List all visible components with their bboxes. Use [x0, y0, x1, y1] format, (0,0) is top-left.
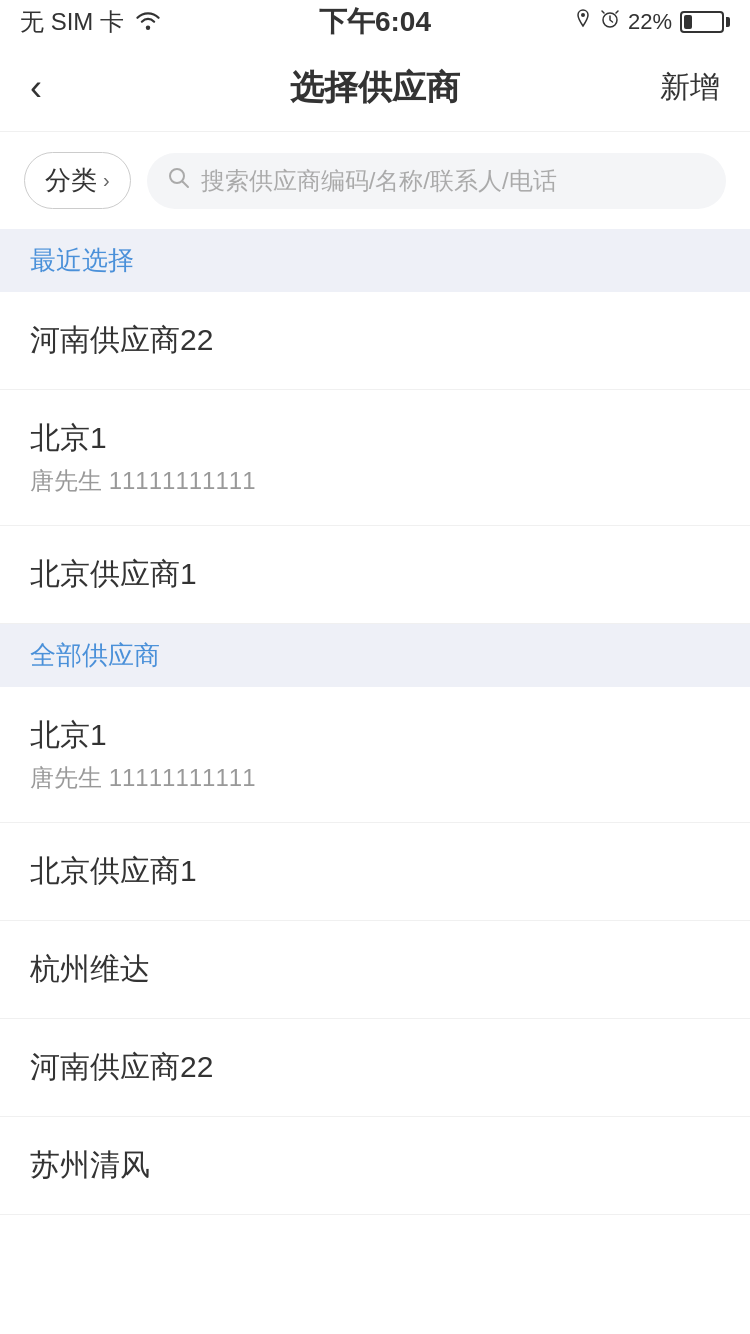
- chevron-right-icon: ›: [103, 169, 110, 192]
- add-button[interactable]: 新增: [660, 67, 720, 108]
- list-item[interactable]: 河南供应商22: [0, 292, 750, 390]
- search-icon: [167, 166, 191, 196]
- status-left: 无 SIM 卡: [20, 6, 162, 38]
- list-item[interactable]: 北京1 唐先生 11111111111: [0, 687, 750, 823]
- item-name: 河南供应商22: [30, 1047, 720, 1088]
- filter-bar: 分类 › 搜索供应商编码/名称/联系人/电话: [0, 132, 750, 229]
- page-title: 选择供应商: [290, 65, 460, 111]
- item-name: 杭州维达: [30, 949, 720, 990]
- alarm-icon: [600, 9, 620, 35]
- item-name: 北京供应商1: [30, 851, 720, 892]
- list-item[interactable]: 苏州清风: [0, 1117, 750, 1215]
- wifi-icon: [134, 8, 162, 36]
- battery-label: 22%: [628, 9, 672, 35]
- svg-point-0: [581, 13, 585, 17]
- search-bar[interactable]: 搜索供应商编码/名称/联系人/电话: [147, 153, 726, 209]
- nav-bar: ‹ 选择供应商 新增: [0, 44, 750, 132]
- category-label: 分类: [45, 163, 97, 198]
- list-item[interactable]: 杭州维达: [0, 921, 750, 1019]
- sim-label: 无 SIM 卡: [20, 6, 124, 38]
- search-placeholder: 搜索供应商编码/名称/联系人/电话: [201, 165, 557, 197]
- item-name: 北京1: [30, 418, 720, 459]
- list-item[interactable]: 河南供应商22: [0, 1019, 750, 1117]
- location-icon: [574, 9, 592, 35]
- item-name: 北京供应商1: [30, 554, 720, 595]
- item-name: 北京1: [30, 715, 720, 756]
- status-bar: 无 SIM 卡 下午6:04 22%: [0, 0, 750, 44]
- item-name: 苏州清风: [30, 1145, 720, 1186]
- recent-items-list: 河南供应商22 北京1 唐先生 11111111111 北京供应商1: [0, 292, 750, 624]
- item-sub: 唐先生 11111111111: [30, 762, 720, 794]
- all-items-list: 北京1 唐先生 11111111111 北京供应商1 杭州维达河南供应商22 苏州清风: [0, 687, 750, 1215]
- list-item[interactable]: 北京1 唐先生 11111111111: [0, 390, 750, 526]
- all-section-header: 全部供应商: [0, 624, 750, 687]
- status-right: 22%: [574, 9, 730, 35]
- list-item[interactable]: 北京供应商1: [0, 823, 750, 921]
- status-time: 下午6:04: [319, 3, 431, 41]
- item-name: 河南供应商22: [30, 320, 720, 361]
- list-item[interactable]: 北京供应商1: [0, 526, 750, 624]
- battery-icon: [680, 9, 730, 35]
- back-button[interactable]: ‹: [30, 67, 90, 109]
- item-sub: 唐先生 11111111111: [30, 465, 720, 497]
- category-filter-button[interactable]: 分类 ›: [24, 152, 131, 209]
- recent-section-header: 最近选择: [0, 229, 750, 292]
